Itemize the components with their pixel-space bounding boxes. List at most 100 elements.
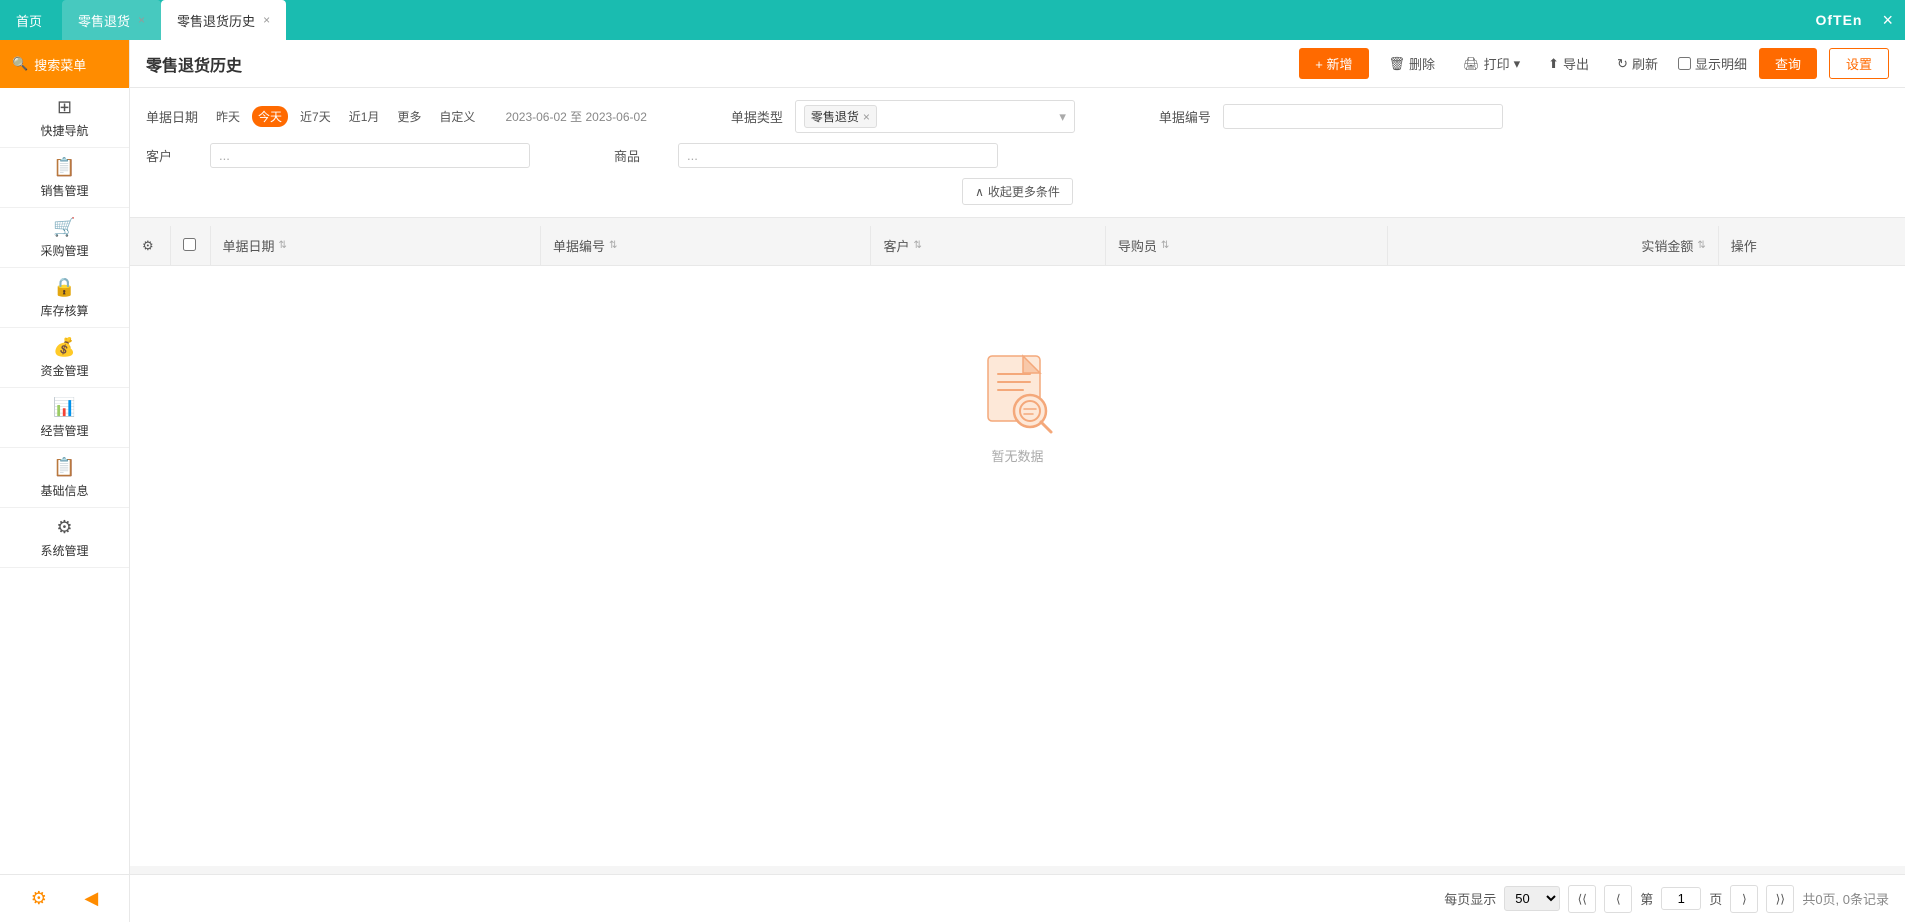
tab-retail-return-close[interactable]: ×: [138, 13, 145, 27]
filter-doc-no: 单据编号: [1159, 104, 1503, 129]
basic-info-icon: 📋: [53, 457, 75, 478]
doc-type-tag-value: 零售退货: [811, 108, 859, 125]
date-range-text: 2023-06-02 至 2023-06-02: [505, 108, 646, 125]
current-page-input[interactable]: [1661, 887, 1701, 910]
filter-goods: 商品 ...: [614, 143, 998, 168]
filter-customer: 客户 ...: [146, 143, 530, 168]
doc-no-input[interactable]: [1223, 104, 1503, 129]
inventory-icon: 🔒: [53, 277, 75, 298]
empty-state-cell: 暂无数据: [130, 266, 1905, 546]
th-settings[interactable]: ⚙: [130, 226, 170, 266]
sidebar-item-sales-mgmt[interactable]: 📋 销售管理: [0, 148, 129, 208]
th-customer-label: 客户: [883, 236, 909, 255]
refresh-label: 刷新: [1632, 54, 1658, 73]
tab-retail-return-history-close[interactable]: ×: [263, 13, 270, 27]
th-doc-date-label: 单据日期: [223, 236, 275, 255]
date-option-7days[interactable]: 近7天: [294, 106, 337, 127]
sidebar-item-basic-info[interactable]: 📋 基础信息: [0, 448, 129, 508]
sidebar-item-finance[interactable]: 💰 资金管理: [0, 328, 129, 388]
sidebar-item-system-mgmt[interactable]: ⚙ 系统管理: [0, 508, 129, 568]
guide-sort-icon[interactable]: ⇅: [1161, 240, 1169, 251]
print-button[interactable]: 🖨 打印 ▾: [1455, 50, 1528, 77]
sidebar-item-quick-nav[interactable]: ⊞ 快捷导航: [0, 88, 129, 148]
main-layout: 🔍 搜索菜单 ⊞ 快捷导航 📋 销售管理 🛒 采购管理 🔒 库存核算 💰: [0, 40, 1905, 922]
page-label-before: 第: [1640, 889, 1653, 908]
sidebar-item-basic-info-label: 基础信息: [40, 482, 88, 499]
display-detail-check[interactable]: [1678, 57, 1691, 70]
th-guide: 导购员 ⇅: [1105, 226, 1387, 266]
doc-type-remove-icon[interactable]: ×: [863, 110, 870, 124]
goods-placeholder: ...: [687, 148, 698, 163]
prev-page-button[interactable]: ⟨: [1604, 885, 1632, 913]
select-all-checkbox[interactable]: [183, 238, 196, 251]
empty-state: 暂无数据: [130, 266, 1905, 545]
page-header: 零售退货历史 + 新增 🗑 删除 🖨 打印 ▾ ⬆ 导出 ↻: [130, 40, 1905, 88]
goods-label: 商品: [614, 146, 670, 165]
date-option-more[interactable]: 更多: [391, 106, 427, 127]
delete-icon: 🗑: [1389, 56, 1406, 72]
customer-select[interactable]: ...: [210, 143, 530, 168]
th-checkbox[interactable]: [170, 226, 210, 266]
sidebar-item-operations[interactable]: 📊 经营管理: [0, 388, 129, 448]
page-total-text: 共0页, 0条记录: [1802, 889, 1889, 908]
th-amount-label: 实销金额: [1641, 236, 1693, 255]
header-actions: + 新增 🗑 删除 🖨 打印 ▾ ⬆ 导出 ↻ 刷新: [1299, 48, 1889, 79]
settings-button[interactable]: 设置: [1829, 48, 1889, 79]
date-option-1month[interactable]: 近1月: [343, 106, 386, 127]
tab-retail-return-label: 零售退货: [78, 11, 130, 30]
amount-sort-icon[interactable]: ⇅: [1697, 240, 1705, 251]
settings-bottom-icon[interactable]: ⚙: [31, 888, 47, 909]
sidebar-item-inventory-label: 库存核算: [40, 302, 88, 319]
sidebar-item-system-mgmt-label: 系统管理: [40, 542, 88, 559]
sidebar-item-inventory[interactable]: 🔒 库存核算: [0, 268, 129, 328]
page-size-select[interactable]: 20 50 100: [1504, 886, 1560, 911]
tab-home-label: 首页: [16, 11, 42, 30]
purchase-mgmt-icon: 🛒: [53, 217, 75, 238]
quick-nav-icon: ⊞: [57, 97, 72, 118]
customer-sort-icon[interactable]: ⇅: [913, 240, 921, 251]
sidebar-search[interactable]: 🔍 搜索菜单: [0, 40, 129, 88]
filter-doc-type: 单据类型 零售退货 × ▾: [731, 100, 1075, 133]
collapse-filter-button[interactable]: ∧ 收起更多条件: [962, 178, 1073, 205]
display-detail-checkbox[interactable]: 显示明细: [1678, 54, 1747, 73]
filter-panel: 单据日期 昨天 今天 近7天 近1月 更多 自定义 2023-06-02 至 2…: [130, 88, 1905, 218]
export-icon: ⬆: [1548, 56, 1559, 72]
tab-retail-return-history-label: 零售退货历史: [177, 11, 255, 30]
date-option-today[interactable]: 今天: [252, 106, 288, 127]
date-option-yesterday[interactable]: 昨天: [210, 106, 246, 127]
refresh-button[interactable]: ↻ 刷新: [1609, 50, 1666, 77]
sidebar-item-purchase-mgmt-label: 采购管理: [40, 242, 88, 259]
collapse-icon: ∧: [975, 185, 984, 199]
tab-retail-return-history[interactable]: 零售退货历史 ×: [161, 0, 286, 40]
next-page-button[interactable]: ⟩: [1730, 885, 1758, 913]
th-action-label: 操作: [1731, 239, 1757, 254]
search-icon: 🔍: [12, 56, 28, 72]
tab-bar: 首页 零售退货 × 零售退货历史 ×: [0, 0, 1815, 40]
tab-home[interactable]: 首页: [0, 0, 58, 40]
refresh-icon: ↻: [1617, 56, 1628, 72]
goods-select[interactable]: ...: [678, 143, 998, 168]
display-detail-label: 显示明细: [1695, 54, 1747, 73]
table-settings-icon[interactable]: ⚙: [142, 238, 154, 253]
delete-button[interactable]: 🗑 删除: [1381, 50, 1444, 77]
filter-row-1: 单据日期 昨天 今天 近7天 近1月 更多 自定义 2023-06-02 至 2…: [146, 100, 1889, 133]
filter-date: 单据日期 昨天 今天 近7天 近1月 更多 自定义: [146, 106, 481, 127]
new-button[interactable]: + 新增: [1299, 48, 1368, 79]
doc-type-select[interactable]: 零售退货 × ▾: [795, 100, 1075, 133]
first-page-button[interactable]: ⟨⟨: [1568, 885, 1596, 913]
sidebar-item-purchase-mgmt[interactable]: 🛒 采购管理: [0, 208, 129, 268]
window-close-button[interactable]: ×: [1882, 10, 1893, 31]
export-button[interactable]: ⬆ 导出: [1540, 50, 1597, 77]
print-dropdown-icon: ▾: [1514, 56, 1521, 72]
top-bar: 首页 零售退货 × 零售退货历史 × OfTEn ×: [0, 0, 1905, 40]
collapse-sidebar-icon[interactable]: ◀: [84, 888, 98, 909]
tab-retail-return[interactable]: 零售退货 ×: [62, 0, 161, 40]
doc-no-sort-icon[interactable]: ⇅: [609, 240, 617, 251]
page-label-after: 页: [1709, 889, 1722, 908]
last-page-button[interactable]: ⟩⟩: [1766, 885, 1794, 913]
th-doc-no: 单据编号 ⇅: [540, 226, 870, 266]
finance-icon: 💰: [53, 337, 75, 358]
date-option-custom[interactable]: 自定义: [433, 106, 481, 127]
query-button[interactable]: 查询: [1759, 48, 1817, 79]
doc-date-sort-icon[interactable]: ⇅: [279, 240, 287, 251]
